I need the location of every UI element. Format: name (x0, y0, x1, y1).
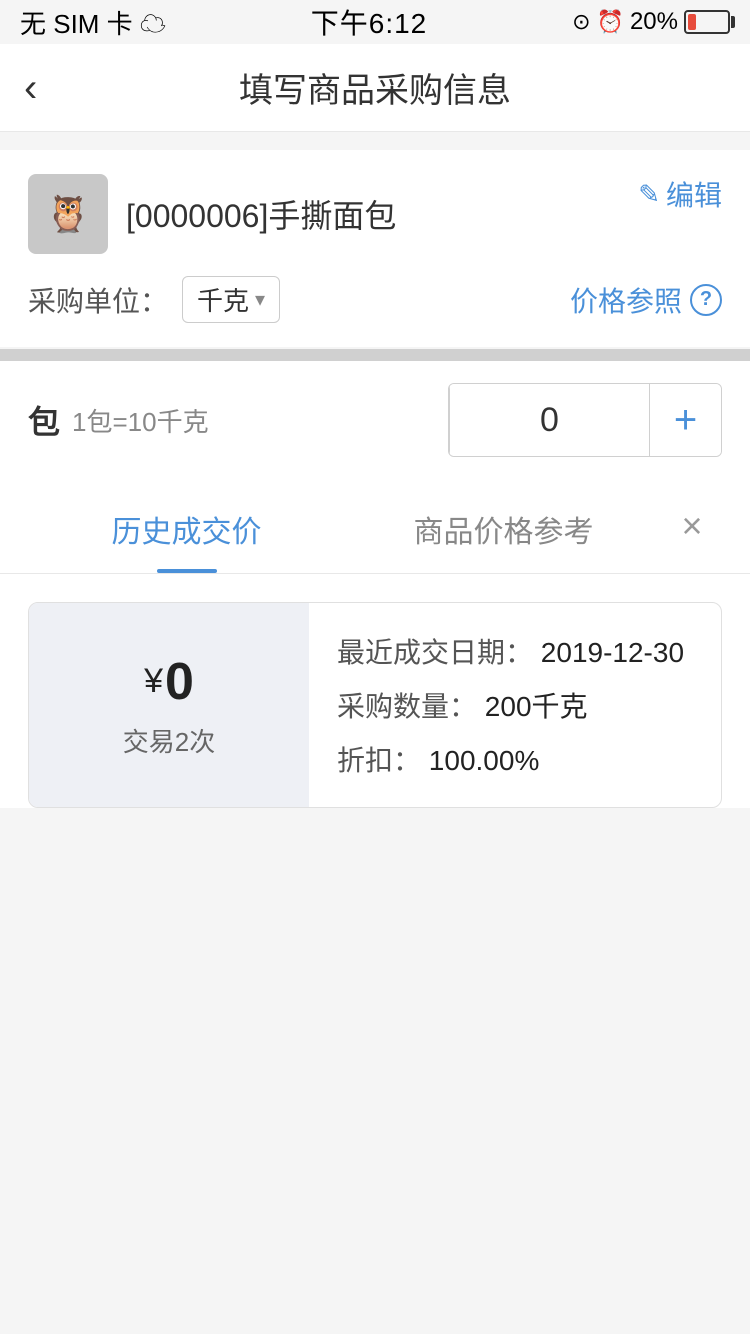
help-icon: ? (690, 284, 722, 316)
alarm-icon: ⏰ (597, 9, 624, 35)
product-name: [0000006]手撕面包 (126, 191, 396, 237)
unit-badge: 包 (28, 397, 60, 443)
tab-section: 历史成交价 商品价格参考 × ¥ 0 交易2次 最近成交日期： 2019-12-… (0, 479, 750, 808)
trade-price-value: 0 (165, 652, 194, 712)
unit-label: 采购单位： (28, 280, 168, 320)
battery-fill (688, 14, 696, 30)
edit-button[interactable]: ✎ 编辑 (638, 174, 722, 214)
tab-price-reference[interactable]: 商品价格参考 (345, 479, 662, 573)
bottom-space (0, 836, 750, 1236)
yuan-symbol: ¥ (144, 662, 163, 701)
sim-label: 无 SIM 卡 ☁ (20, 4, 166, 41)
trade-discount-row: 折扣： 100.00% (337, 739, 693, 779)
product-card: 🦉 [0000006]手撕面包 ✎ 编辑 采购单位： 千克 ▾ 价格参照 ? (0, 150, 750, 347)
tab-close-button[interactable]: × (662, 496, 722, 556)
product-unit-row: 采购单位： 千克 ▾ 价格参照 ? (28, 276, 722, 323)
nav-bar: ‹ 填写商品采购信息 (0, 44, 750, 132)
quantity-row: 包 1包=10千克 + (0, 361, 750, 479)
quantity-plus-button[interactable]: + (649, 384, 721, 456)
quantity-input[interactable] (449, 384, 649, 456)
price-ref-label: 价格参照 (570, 280, 682, 320)
quantity-control: + (448, 383, 722, 457)
recent-date-value: 2019-12-30 (541, 637, 684, 668)
product-header: 🦉 [0000006]手撕面包 ✎ 编辑 (28, 174, 722, 254)
trade-card-left: ¥ 0 交易2次 (29, 603, 309, 807)
tab-header: 历史成交价 商品价格参考 × (0, 479, 750, 574)
purchase-qty-label: 采购数量： (337, 691, 477, 722)
edit-label: 编辑 (666, 174, 722, 214)
trade-count: 交易2次 (123, 722, 215, 759)
unit-sub-label: 1包=10千克 (72, 402, 209, 439)
section-divider (0, 349, 750, 361)
status-bar: 无 SIM 卡 ☁ 下午6:12 ⊙ ⏰ 20% (0, 0, 750, 44)
unit-value: 千克 (197, 281, 249, 318)
recent-date-label: 最近成交日期： (337, 637, 533, 668)
chevron-down-icon: ▾ (255, 287, 265, 312)
unit-left: 采购单位： 千克 ▾ (28, 276, 280, 323)
trade-price: ¥ 0 (144, 652, 194, 712)
price-reference-button[interactable]: 价格参照 ? (570, 280, 722, 320)
unit-select-button[interactable]: 千克 ▾ (182, 276, 280, 323)
status-time: 下午6:12 (311, 2, 428, 42)
trade-recent-date-row: 最近成交日期： 2019-12-30 (337, 631, 693, 671)
discount-value: 100.00% (429, 745, 540, 776)
tab-history-price[interactable]: 历史成交价 (28, 479, 345, 573)
trade-card-right: 最近成交日期： 2019-12-30 采购数量： 200千克 折扣： 100.0… (309, 603, 721, 807)
status-right: ⊙ ⏰ 20% (572, 8, 730, 36)
location-icon: ⊙ (572, 9, 590, 35)
back-button[interactable]: ‹ (24, 68, 37, 108)
battery-icon (684, 10, 730, 34)
discount-label: 折扣： (337, 745, 421, 776)
status-left: 无 SIM 卡 ☁ (20, 4, 166, 41)
purchase-qty-value: 200千克 (485, 691, 588, 722)
quantity-label: 包 1包=10千克 (28, 397, 209, 443)
trade-purchase-qty-row: 采购数量： 200千克 (337, 685, 693, 725)
battery-percent: 20% (630, 8, 678, 36)
trade-card: ¥ 0 交易2次 最近成交日期： 2019-12-30 采购数量： 200千克 … (28, 602, 722, 808)
product-left: 🦉 [0000006]手撕面包 (28, 174, 396, 254)
edit-icon: ✎ (638, 179, 660, 210)
page-title: 填写商品采购信息 (239, 63, 511, 112)
product-thumbnail: 🦉 (28, 174, 108, 254)
product-logo-icon: 🦉 (46, 193, 91, 235)
